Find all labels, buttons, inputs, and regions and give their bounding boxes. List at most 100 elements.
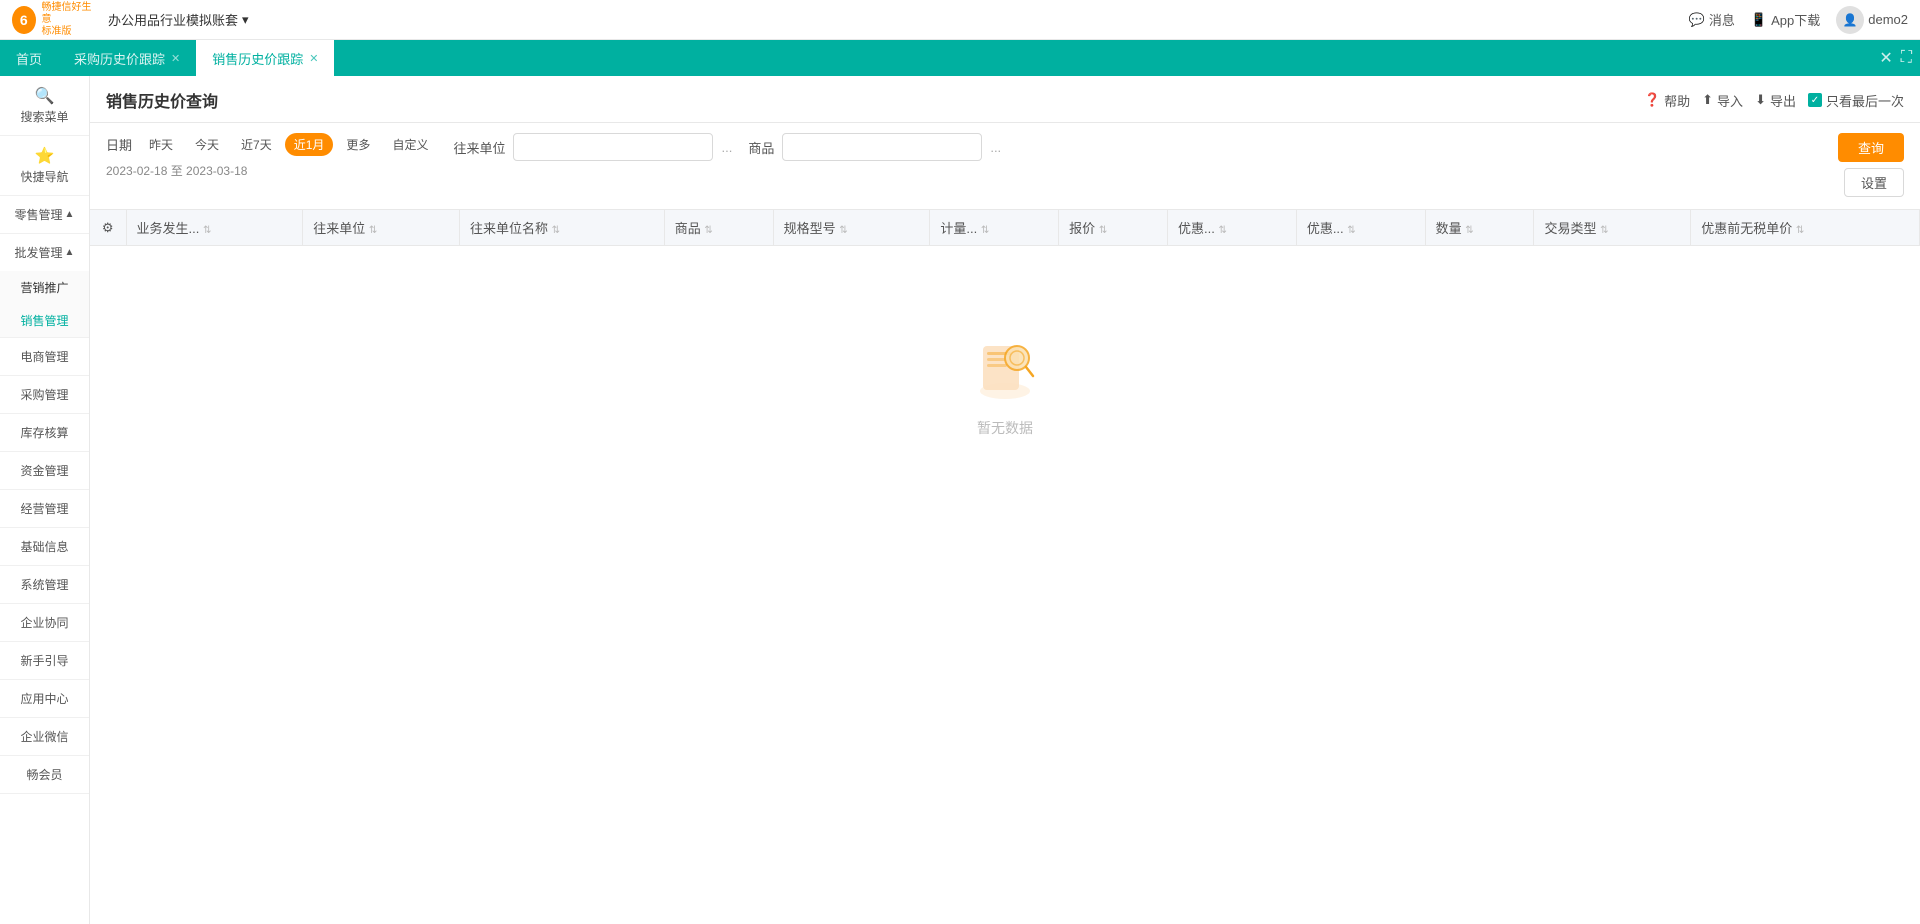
page-header: 销售历史价查询 ❓ 帮助 ⬆ 导入 ⬇ 导出 ✓ bbox=[90, 76, 1920, 123]
sidebar-item-wholesale-mgmt[interactable]: 批发管理 ▲ bbox=[0, 234, 89, 271]
fullscreen-btn[interactable]: ⛶ bbox=[1901, 49, 1912, 67]
date-btn-today[interactable]: 今天 bbox=[186, 133, 228, 156]
search-menu-icon: 🔍 bbox=[35, 86, 55, 106]
col-pretax-price[interactable]: 优惠前无税单价 ⇅ bbox=[1691, 210, 1920, 246]
sort-icon-discount1: ⇅ bbox=[1218, 225, 1226, 236]
sidebar-item-member[interactable]: 畅会员 bbox=[0, 756, 89, 794]
col-partner-name[interactable]: 往来单位名称 ⇅ bbox=[460, 210, 665, 246]
sidebar-item-retail-mgmt[interactable]: 零售管理 ▲ bbox=[0, 196, 89, 233]
logo-icon: 6 bbox=[12, 6, 36, 34]
page-title-row: 销售历史价查询 ❓ 帮助 ⬆ 导入 ⬇ 导出 ✓ bbox=[106, 88, 1904, 112]
avatar: 👤 bbox=[1836, 6, 1864, 34]
product-dots[interactable]: ... bbox=[990, 140, 1001, 155]
sort-icon-quantity: ⇅ bbox=[1465, 225, 1473, 236]
sidebar-sub-marketing[interactable]: 营销推广 bbox=[0, 271, 89, 304]
product-filter-row: 商品 ... bbox=[748, 133, 1001, 161]
sidebar: 🔍 搜索菜单 ⭐ 快捷导航 零售管理 ▲ 批发管理 ▲ 营销推广 销售管理 bbox=[0, 76, 90, 924]
sort-icon-biz-date: ⇅ bbox=[203, 225, 211, 236]
col-discount1[interactable]: 优惠... ⇅ bbox=[1168, 210, 1297, 246]
empty-state: 暂无数据 bbox=[90, 246, 1920, 518]
close-window-btn[interactable]: ✕ bbox=[1879, 48, 1892, 68]
export-btn[interactable]: ⬇ 导出 bbox=[1755, 91, 1796, 110]
sidebar-item-ecom-mgmt[interactable]: 电商管理 bbox=[0, 338, 89, 376]
top-bar-right: 💬 消息 📱 App下载 👤 demo2 bbox=[1689, 6, 1908, 34]
query-button[interactable]: 查询 bbox=[1838, 133, 1904, 162]
tab-home[interactable]: 首页 bbox=[0, 40, 58, 76]
only-last-checkbox[interactable]: ✓ 只看最后一次 bbox=[1808, 91, 1904, 110]
sidebar-item-finance[interactable]: 资金管理 bbox=[0, 452, 89, 490]
page-actions: ❓ 帮助 ⬆ 导入 ⬇ 导出 ✓ 只看最后一次 bbox=[1644, 91, 1904, 110]
sidebar-group-retail: 零售管理 ▲ bbox=[0, 196, 89, 234]
date-btn-last1m[interactable]: 近1月 bbox=[285, 133, 334, 156]
date-filter-group: 日期 昨天 今天 近7天 近1月 更多 自定义 2023-02-18 至 202… bbox=[106, 133, 437, 179]
import-btn[interactable]: ⬆ 导入 bbox=[1702, 91, 1743, 110]
wholesale-arrow-icon: ▲ bbox=[65, 247, 75, 258]
sidebar-item-operations[interactable]: 经营管理 bbox=[0, 490, 89, 528]
content-area: 销售历史价查询 ❓ 帮助 ⬆ 导入 ⬇ 导出 ✓ bbox=[90, 76, 1920, 924]
date-btn-more[interactable]: 更多 bbox=[337, 133, 379, 156]
retail-arrow-icon: ▲ bbox=[65, 209, 75, 220]
tab-close-purchase[interactable]: ✕ bbox=[171, 52, 180, 65]
empty-icon bbox=[965, 326, 1045, 406]
col-discount2[interactable]: 优惠... ⇅ bbox=[1296, 210, 1425, 246]
product-input[interactable] bbox=[782, 133, 982, 161]
settings-button[interactable]: 设置 bbox=[1844, 168, 1904, 197]
sidebar-item-system-mgmt[interactable]: 系统管理 bbox=[0, 566, 89, 604]
tab-close-sales[interactable]: ✕ bbox=[309, 52, 318, 65]
date-range-display: 2023-02-18 至 2023-03-18 bbox=[106, 162, 437, 179]
sidebar-item-enterprise-wechat[interactable]: 企业微信 bbox=[0, 718, 89, 756]
tabs-bar-right: ✕ ⛶ bbox=[1879, 40, 1920, 76]
sidebar-item-purchase-mgmt[interactable]: 采购管理 bbox=[0, 376, 89, 414]
top-bar: 6 畅捷信好生意 标准版 办公用品行业模拟账套 ▾ 💬 消息 📱 App下载 👤… bbox=[0, 0, 1920, 40]
sidebar-sub-sales-mgmt[interactable]: 销售管理 bbox=[0, 304, 89, 337]
export-icon: ⬇ bbox=[1755, 92, 1766, 108]
col-quote[interactable]: 报价 ⇅ bbox=[1059, 210, 1168, 246]
date-buttons: 昨天 今天 近7天 近1月 更多 自定义 bbox=[140, 133, 437, 156]
logo-area: 6 畅捷信好生意 标准版 bbox=[12, 2, 92, 38]
sort-icon-product: ⇅ bbox=[704, 225, 712, 236]
col-trade-type[interactable]: 交易类型 ⇅ bbox=[1534, 210, 1691, 246]
date-btn-last7[interactable]: 近7天 bbox=[232, 133, 281, 156]
message-icon: 💬 bbox=[1689, 12, 1705, 28]
col-spec[interactable]: 规格型号 ⇅ bbox=[773, 210, 930, 246]
col-biz-date[interactable]: 业务发生... ⇅ bbox=[126, 210, 303, 246]
col-quantity[interactable]: 数量 ⇅ bbox=[1425, 210, 1534, 246]
sidebar-item-app-center[interactable]: 应用中心 bbox=[0, 680, 89, 718]
app-download-btn[interactable]: 📱 App下载 bbox=[1751, 10, 1820, 29]
filter-bar: 日期 昨天 今天 近7天 近1月 更多 自定义 2023-02-18 至 202… bbox=[90, 123, 1920, 210]
col-settings[interactable]: ⚙ bbox=[90, 210, 126, 246]
download-icon: 📱 bbox=[1751, 12, 1767, 28]
date-btn-custom[interactable]: 自定义 bbox=[383, 133, 437, 156]
user-area[interactable]: 👤 demo2 bbox=[1836, 6, 1908, 34]
partner-filter-group: 往来单位 ... bbox=[453, 133, 732, 161]
table-header-row: ⚙ 业务发生... ⇅ 往来单位 ⇅ 往来单位名称 bbox=[90, 210, 1920, 246]
help-icon: ❓ bbox=[1644, 92, 1660, 108]
tabs-bar: 首页 采购历史价跟踪 ✕ 销售历史价跟踪 ✕ ✕ ⛶ bbox=[0, 40, 1920, 76]
date-label: 日期 bbox=[106, 135, 132, 154]
date-btn-yesterday[interactable]: 昨天 bbox=[140, 133, 182, 156]
col-product[interactable]: 商品 ⇅ bbox=[664, 210, 773, 246]
sidebar-item-search-menu[interactable]: 🔍 搜索菜单 bbox=[0, 76, 89, 136]
partner-filter-row: 往来单位 ... bbox=[453, 133, 732, 161]
sidebar-item-quick-nav[interactable]: ⭐ 快捷导航 bbox=[0, 136, 89, 196]
sidebar-item-inventory[interactable]: 库存核算 bbox=[0, 414, 89, 452]
sort-icon-quote: ⇅ bbox=[1099, 225, 1107, 236]
partner-label: 往来单位 bbox=[453, 138, 505, 157]
table-settings-icon[interactable]: ⚙ bbox=[102, 220, 114, 236]
product-label: 商品 bbox=[748, 138, 774, 157]
import-icon: ⬆ bbox=[1702, 92, 1713, 108]
logo-text: 畅捷信好生意 标准版 bbox=[42, 2, 92, 38]
partner-input[interactable] bbox=[513, 133, 713, 161]
app-selector[interactable]: 办公用品行业模拟账套 ▾ bbox=[100, 6, 257, 33]
sidebar-group-wholesale: 批发管理 ▲ 营销推广 销售管理 bbox=[0, 234, 89, 338]
sidebar-item-basic-info[interactable]: 基础信息 bbox=[0, 528, 89, 566]
message-btn[interactable]: 💬 消息 bbox=[1689, 10, 1735, 29]
col-unit[interactable]: 计量... ⇅ bbox=[930, 210, 1059, 246]
help-btn[interactable]: ❓ 帮助 bbox=[1644, 91, 1690, 110]
tab-purchase-history[interactable]: 采购历史价跟踪 ✕ bbox=[58, 40, 196, 76]
partner-dots[interactable]: ... bbox=[721, 140, 732, 155]
sidebar-item-new-guide[interactable]: 新手引导 bbox=[0, 642, 89, 680]
col-partner-code[interactable]: 往来单位 ⇅ bbox=[303, 210, 460, 246]
tab-sales-history[interactable]: 销售历史价跟踪 ✕ bbox=[196, 40, 334, 76]
sidebar-item-enterprise-collab[interactable]: 企业协同 bbox=[0, 604, 89, 642]
